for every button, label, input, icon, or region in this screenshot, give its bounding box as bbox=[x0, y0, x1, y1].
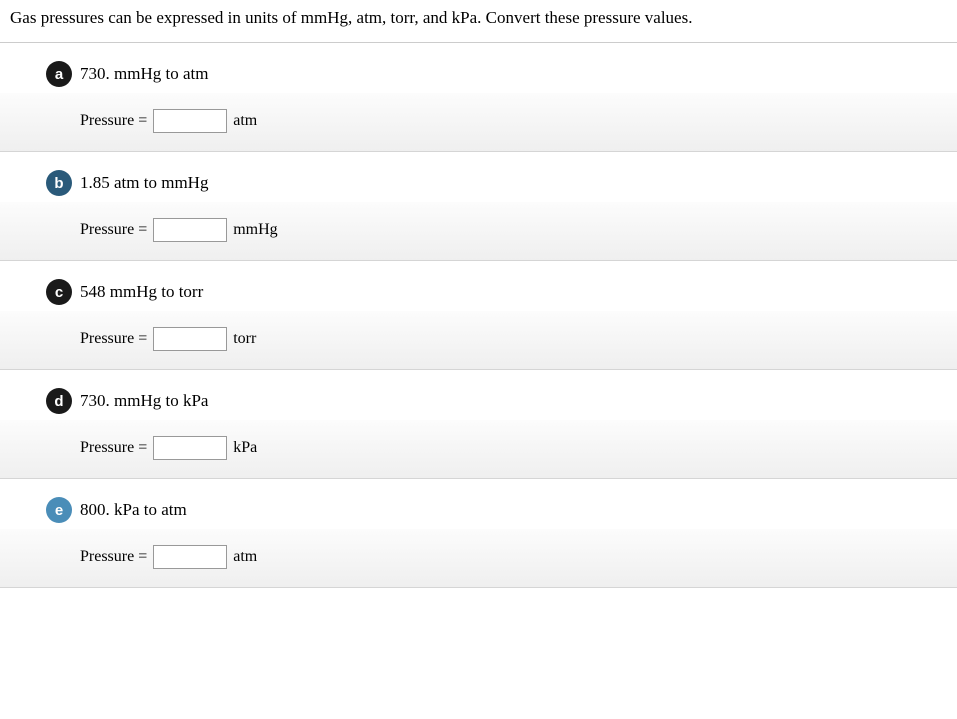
unit-c: torr bbox=[233, 330, 256, 348]
badge-b: b bbox=[46, 170, 72, 196]
question-a: a 730. mmHg to atm Pressure = atm bbox=[0, 43, 957, 152]
question-b: b 1.85 atm to mmHg Pressure = mmHg bbox=[0, 152, 957, 261]
pressure-input-a[interactable] bbox=[153, 109, 227, 133]
pressure-label-b: Pressure = bbox=[80, 221, 147, 239]
question-e-prompt: 800. kPa to atm bbox=[80, 500, 187, 520]
answer-row-e: Pressure = atm bbox=[0, 529, 957, 588]
question-a-prompt: 730. mmHg to atm bbox=[80, 64, 208, 84]
pressure-label-c: Pressure = bbox=[80, 330, 147, 348]
unit-a: atm bbox=[233, 112, 257, 130]
question-e-title: e 800. kPa to atm bbox=[0, 497, 957, 523]
unit-b: mmHg bbox=[233, 221, 277, 239]
question-d-prompt: 730. mmHg to kPa bbox=[80, 391, 208, 411]
pressure-label-a: Pressure = bbox=[80, 112, 147, 130]
answer-row-d: Pressure = kPa bbox=[0, 420, 957, 479]
question-a-title: a 730. mmHg to atm bbox=[0, 61, 957, 87]
pressure-label-e: Pressure = bbox=[80, 548, 147, 566]
answer-row-b: Pressure = mmHg bbox=[0, 202, 957, 261]
pressure-input-e[interactable] bbox=[153, 545, 227, 569]
instructions-text: Gas pressures can be expressed in units … bbox=[10, 8, 692, 27]
answer-row-c: Pressure = torr bbox=[0, 311, 957, 370]
question-b-title: b 1.85 atm to mmHg bbox=[0, 170, 957, 196]
pressure-input-c[interactable] bbox=[153, 327, 227, 351]
question-d-title: d 730. mmHg to kPa bbox=[0, 388, 957, 414]
unit-d: kPa bbox=[233, 439, 257, 457]
badge-c: c bbox=[46, 279, 72, 305]
question-c-prompt: 548 mmHg to torr bbox=[80, 282, 203, 302]
question-b-prompt: 1.85 atm to mmHg bbox=[80, 173, 208, 193]
pressure-input-b[interactable] bbox=[153, 218, 227, 242]
question-c: c 548 mmHg to torr Pressure = torr bbox=[0, 261, 957, 370]
question-c-title: c 548 mmHg to torr bbox=[0, 279, 957, 305]
unit-e: atm bbox=[233, 548, 257, 566]
question-d: d 730. mmHg to kPa Pressure = kPa bbox=[0, 370, 957, 479]
badge-a: a bbox=[46, 61, 72, 87]
badge-e: e bbox=[46, 497, 72, 523]
question-e: e 800. kPa to atm Pressure = atm bbox=[0, 479, 957, 588]
pressure-label-d: Pressure = bbox=[80, 439, 147, 457]
pressure-input-d[interactable] bbox=[153, 436, 227, 460]
answer-row-a: Pressure = atm bbox=[0, 93, 957, 152]
badge-d: d bbox=[46, 388, 72, 414]
instructions-header: Gas pressures can be expressed in units … bbox=[0, 0, 957, 43]
